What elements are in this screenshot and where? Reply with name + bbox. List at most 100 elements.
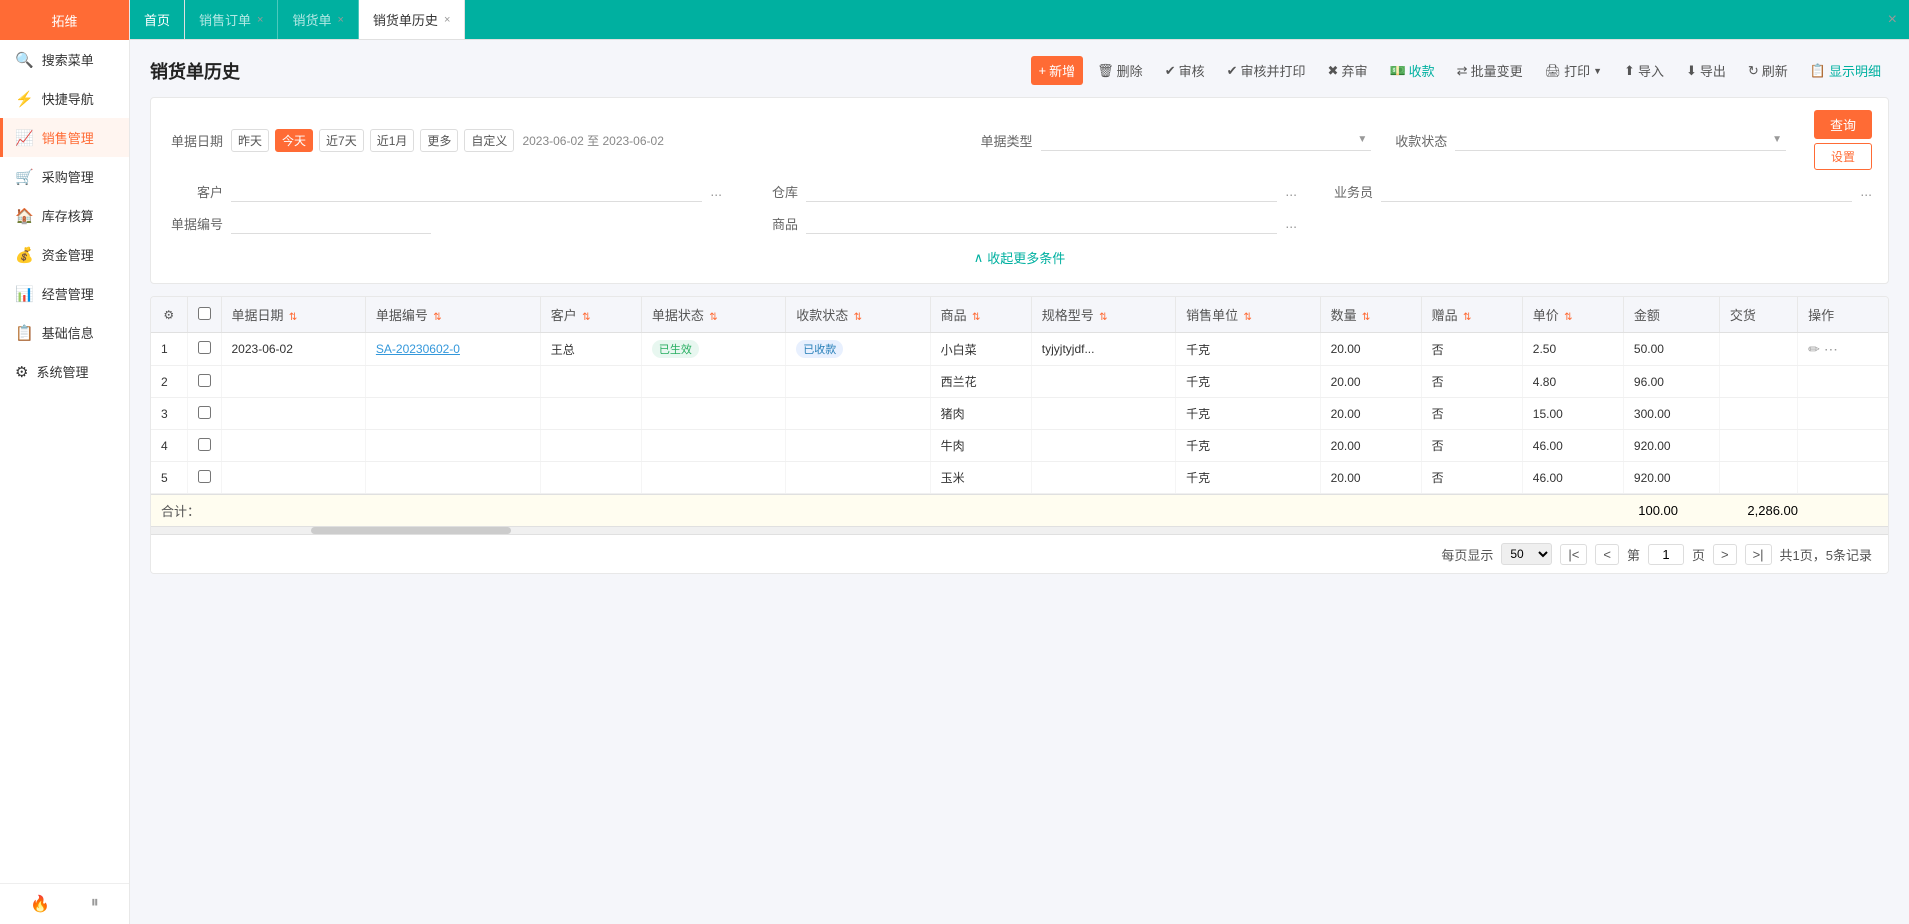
edit-icon[interactable]: ✏ xyxy=(1808,341,1820,357)
tab-sales-history[interactable]: 销货单历史 × xyxy=(359,0,465,39)
sidebar-item-sales-mgmt[interactable]: 📈 销售管理 xyxy=(0,118,129,157)
scrollbar-thumb[interactable] xyxy=(311,527,511,534)
col-sales-unit[interactable]: 销售单位 ⇅ xyxy=(1176,297,1320,333)
next-page-button[interactable]: > xyxy=(1713,544,1737,565)
sidebar-item-quick-nav[interactable]: ⚡ 快捷导航 xyxy=(0,79,129,118)
cell-doc-num[interactable] xyxy=(365,398,540,430)
customer-input[interactable] xyxy=(231,180,702,202)
row-checkbox-cell[interactable] xyxy=(187,366,221,398)
col-customer[interactable]: 客户 ⇅ xyxy=(540,297,641,333)
warehouse-dots-btn[interactable]: ... xyxy=(1285,183,1297,199)
page-input[interactable] xyxy=(1648,544,1684,565)
cell-action[interactable] xyxy=(1798,462,1888,494)
col-pay-status[interactable]: 收款状态 ⇅ xyxy=(786,297,930,333)
staff-input[interactable] xyxy=(1381,180,1852,202)
row-checkbox-cell[interactable] xyxy=(187,333,221,366)
col-doc-status[interactable]: 单据状态 ⇅ xyxy=(641,297,785,333)
sidebar-item-basic-info[interactable]: 📋 基础信息 xyxy=(0,313,129,352)
cell-customer: 王总 xyxy=(540,333,641,366)
cell-doc-num[interactable] xyxy=(365,366,540,398)
export-button[interactable]: ⬇ 导出 xyxy=(1678,56,1734,85)
sidebar-item-inventory[interactable]: 🏠 库存核算 xyxy=(0,196,129,235)
staff-dots-btn[interactable]: ... xyxy=(1860,183,1872,199)
horizontal-scrollbar[interactable] xyxy=(151,526,1888,534)
row-checkbox[interactable] xyxy=(198,374,211,387)
col-goods[interactable]: 商品 ⇅ xyxy=(930,297,1031,333)
import-button[interactable]: ⬆ 导入 xyxy=(1616,56,1672,85)
payment-status-select-wrapper[interactable]: ▼ xyxy=(1455,129,1786,151)
batch-change-button[interactable]: ⇄ 批量变更 xyxy=(1449,56,1531,85)
warehouse-input[interactable] xyxy=(806,180,1277,202)
show-detail-button[interactable]: 📋 显示明细 xyxy=(1802,56,1889,85)
doc-num-input[interactable] xyxy=(231,212,431,234)
new-button[interactable]: + 新增 xyxy=(1031,56,1084,85)
tab-home[interactable]: 首页 xyxy=(130,0,185,39)
cell-action[interactable] xyxy=(1798,430,1888,462)
col-checkbox[interactable] xyxy=(187,297,221,333)
tab-sales-order[interactable]: 销售订单 × xyxy=(185,0,278,39)
sidebar-item-system-mgmt[interactable]: ⚙ 系统管理 xyxy=(0,352,129,391)
print-button[interactable]: 🖨 打印 ▼ xyxy=(1537,56,1610,85)
abandon-button[interactable]: ✖ 弃审 xyxy=(1320,56,1376,85)
yesterday-btn[interactable]: 昨天 xyxy=(231,129,269,152)
audit-button[interactable]: ✔ 审核 xyxy=(1157,56,1213,85)
cell-action[interactable]: ✏⋯ xyxy=(1798,333,1888,366)
payment-status-select[interactable] xyxy=(1455,129,1786,150)
cell-doc-num[interactable] xyxy=(365,430,540,462)
more-icon[interactable]: ⋯ xyxy=(1824,341,1838,357)
cell-action[interactable] xyxy=(1798,366,1888,398)
goods-input[interactable] xyxy=(806,212,1277,234)
query-button[interactable]: 查询 xyxy=(1814,110,1872,139)
audit-print-button[interactable]: ✔ 审核并打印 xyxy=(1219,56,1314,85)
custom-btn[interactable]: 自定义 xyxy=(464,129,514,152)
7days-btn[interactable]: 近7天 xyxy=(319,129,364,152)
row-checkbox-cell[interactable] xyxy=(187,398,221,430)
sidebar-item-purchase-mgmt[interactable]: 🛒 采购管理 xyxy=(0,157,129,196)
customer-dots-btn[interactable]: ... xyxy=(710,183,722,199)
sidebar-logo[interactable]: 拓维 xyxy=(0,0,129,40)
row-checkbox[interactable] xyxy=(198,470,211,483)
today-btn[interactable]: 今天 xyxy=(275,129,313,152)
row-checkbox[interactable] xyxy=(198,438,211,451)
goods-dots-btn[interactable]: ... xyxy=(1285,215,1297,231)
doc-num-link[interactable]: SA-20230602-0 xyxy=(376,342,460,356)
doc-type-select-wrapper[interactable]: ▼ xyxy=(1041,129,1372,151)
settings-button[interactable]: 设置 xyxy=(1814,143,1872,170)
sidebar-item-operations[interactable]: 📊 经营管理 xyxy=(0,274,129,313)
cell-doc-num[interactable] xyxy=(365,462,540,494)
sidebar-pause-icon[interactable]: ⏸ xyxy=(91,894,99,914)
col-doc-num[interactable]: 单据编号 ⇅ xyxy=(365,297,540,333)
row-checkbox[interactable] xyxy=(198,406,211,419)
row-checkbox-cell[interactable] xyxy=(187,430,221,462)
sidebar-item-finance[interactable]: 💰 资金管理 xyxy=(0,235,129,274)
collapse-filter-button[interactable]: ∧ 收起更多条件 xyxy=(167,244,1872,271)
cell-action[interactable] xyxy=(1798,398,1888,430)
col-gift[interactable]: 赠品 ⇅ xyxy=(1421,297,1522,333)
last-page-button[interactable]: >| xyxy=(1745,544,1772,565)
sidebar-fire-icon[interactable]: 🔥 xyxy=(30,894,50,914)
col-quantity[interactable]: 数量 ⇅ xyxy=(1320,297,1421,333)
col-spec-type[interactable]: 规格型号 ⇅ xyxy=(1031,297,1175,333)
tab-close-icon[interactable]: × xyxy=(444,14,450,26)
1month-btn[interactable]: 近1月 xyxy=(370,129,415,152)
col-doc-date[interactable]: 单据日期 ⇅ xyxy=(221,297,365,333)
tab-sales-invoice[interactable]: 销货单 × xyxy=(278,0,358,39)
tab-close-icon[interactable]: × xyxy=(257,14,263,26)
delete-button[interactable]: 🗑 删除 xyxy=(1089,56,1151,85)
tab-close-icon[interactable]: × xyxy=(337,14,343,26)
row-checkbox[interactable] xyxy=(198,341,211,354)
cell-doc-num[interactable]: SA-20230602-0 xyxy=(365,333,540,366)
more-btn[interactable]: 更多 xyxy=(420,129,458,152)
first-page-button[interactable]: |< xyxy=(1560,544,1587,565)
col-gear[interactable]: ⚙ xyxy=(151,297,187,333)
page-size-select[interactable]: 50 10 20 100 xyxy=(1501,543,1552,565)
collect-button[interactable]: 💵 收款 xyxy=(1381,56,1442,85)
refresh-button[interactable]: ↻ 刷新 xyxy=(1740,56,1796,85)
close-all-tabs-button[interactable]: × xyxy=(1876,11,1909,29)
sidebar-item-search-menu[interactable]: 🔍 搜索菜单 xyxy=(0,40,129,79)
row-checkbox-cell[interactable] xyxy=(187,462,221,494)
doc-type-select[interactable] xyxy=(1041,129,1372,150)
col-unit-price[interactable]: 单价 ⇅ xyxy=(1522,297,1623,333)
prev-page-button[interactable]: < xyxy=(1595,544,1619,565)
select-all-checkbox[interactable] xyxy=(198,307,211,320)
